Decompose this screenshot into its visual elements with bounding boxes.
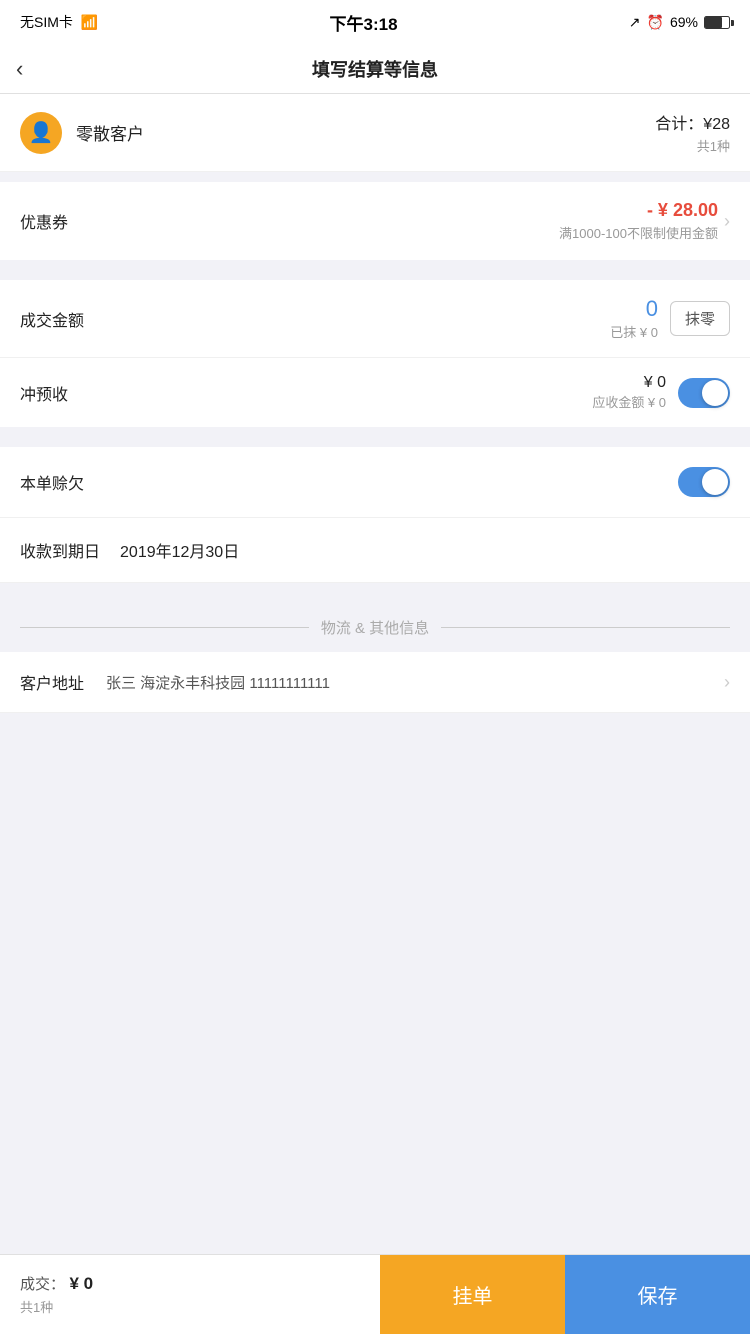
prepaid-value: ¥ 0 (592, 374, 666, 392)
prepaid-info: ¥ 0 应收金额 ¥ 0 (592, 374, 666, 411)
deal-amount-row: 成交金额 0 已抹 ¥ 0 抹零 (0, 280, 750, 358)
alarm-icon: ⏰ (647, 14, 664, 31)
address-label: 客户地址 (20, 670, 90, 694)
coupon-amount: - ¥ 28.00 (559, 200, 718, 221)
status-right: ↗ ⏰ 69% (629, 14, 730, 31)
due-date-label: 收款到期日 (20, 538, 100, 562)
logistics-divider: 物流 & 其他信息 (20, 617, 730, 638)
due-date-row: 收款到期日 2019年12月30日 (0, 518, 750, 583)
location-icon: ↗ (629, 14, 641, 31)
status-bar: 无SIM卡 📶 下午3:18 ↗ ⏰ 69% (0, 0, 750, 44)
bottom-bar: 成交： ¥ 0 共1种 挂单 保存 (0, 1254, 750, 1334)
customer-row: 👤 零散客户 合计：¥28 共1种 (0, 94, 750, 172)
bottom-deal-line: 成交： ¥ 0 (20, 1273, 360, 1294)
debt-toggle[interactable] (678, 467, 730, 497)
logistics-line-left (20, 627, 309, 628)
logistics-line-right (441, 627, 730, 628)
coupon-right: - ¥ 28.00 满1000-100不限制使用金额 › (559, 200, 730, 242)
address-row[interactable]: 客户地址 张三 海淀永丰科技园 11111111111 › (0, 652, 750, 713)
total-count: 共1种 (655, 136, 730, 155)
total-amount: 合计：¥28 (655, 110, 730, 134)
debt-toggle-knob (702, 469, 728, 495)
coupon-description: 满1000-100不限制使用金额 (559, 223, 718, 242)
back-button[interactable]: ‹ (16, 56, 23, 82)
bottom-count: 共1种 (20, 1297, 360, 1316)
status-time: 下午3:18 (330, 10, 398, 35)
coupon-section[interactable]: 优惠券 - ¥ 28.00 满1000-100不限制使用金额 › (0, 182, 750, 260)
logistics-section: 物流 & 其他信息 (0, 603, 750, 652)
page-title: 填写结算等信息 (312, 56, 438, 82)
due-date-value: 2019年12月30日 (120, 538, 239, 562)
section-divider-1 (0, 270, 750, 280)
section-divider-3 (0, 593, 750, 603)
content: 👤 零散客户 合计：¥28 共1种 优惠券 - ¥ 28.00 满1000-10… (0, 94, 750, 803)
deal-amount-label: 成交金额 (20, 307, 84, 331)
bottom-deal-amount: ¥ 0 (69, 1274, 93, 1293)
battery-fill (705, 17, 722, 28)
save-button[interactable]: 保存 (565, 1255, 750, 1334)
debt-row: 本单赊欠 (0, 447, 750, 518)
prepaid-row: 冲预收 ¥ 0 应收金额 ¥ 0 (0, 358, 750, 427)
coupon-label: 优惠券 (20, 209, 68, 233)
coupon-row[interactable]: 优惠券 - ¥ 28.00 满1000-100不限制使用金额 › (0, 182, 750, 260)
address-value: 张三 海淀永丰科技园 11111111111 (106, 672, 724, 693)
deal-amount-value[interactable]: 0 (646, 296, 658, 321)
debt-section: 本单赊欠 收款到期日 2019年12月30日 (0, 447, 750, 583)
wifi-icon: 📶 (81, 14, 98, 31)
carrier-label: 无SIM卡 (20, 12, 73, 32)
bottom-info: 成交： ¥ 0 共1种 (0, 1273, 380, 1316)
prepaid-sub: 应收金额 ¥ 0 (592, 392, 666, 411)
deal-amount-sub: 已抹 ¥ 0 (610, 322, 658, 341)
bottom-deal-label: 成交： (20, 1276, 65, 1293)
prepaid-toggle[interactable] (678, 378, 730, 408)
prepaid-label: 冲预收 (20, 381, 68, 405)
customer-total: 合计：¥28 共1种 (655, 110, 730, 155)
customer-name: 零散客户 (76, 120, 144, 145)
customer-section: 👤 零散客户 合计：¥28 共1种 (0, 94, 750, 172)
coupon-info: - ¥ 28.00 满1000-100不限制使用金额 (559, 200, 718, 242)
logistics-label: 物流 & 其他信息 (321, 617, 429, 638)
address-chevron-icon: › (724, 672, 730, 693)
address-section: 客户地址 张三 海淀永丰科技园 11111111111 › (0, 652, 750, 713)
deal-amount-info: 0 已抹 ¥ 0 (610, 296, 658, 341)
section-divider-2 (0, 437, 750, 447)
deal-amount-right: 0 已抹 ¥ 0 抹零 (610, 296, 730, 341)
hold-button[interactable]: 挂单 (380, 1255, 565, 1334)
deal-amount-section: 成交金额 0 已抹 ¥ 0 抹零 冲预收 ¥ 0 应收金额 ¥ 0 (0, 280, 750, 427)
prepaid-right: ¥ 0 应收金额 ¥ 0 (592, 374, 730, 411)
nav-bar: ‹ 填写结算等信息 (0, 44, 750, 94)
customer-left: 👤 零散客户 (20, 112, 144, 154)
chevron-right-icon: › (724, 211, 730, 232)
battery-icon (704, 16, 730, 29)
debt-label: 本单赊欠 (20, 470, 84, 494)
toggle-knob (702, 380, 728, 406)
avatar: 👤 (20, 112, 62, 154)
status-left: 无SIM卡 📶 (20, 12, 98, 32)
round-zero-button[interactable]: 抹零 (670, 301, 730, 336)
avatar-icon: 👤 (29, 120, 54, 145)
battery-percent: 69% (670, 14, 698, 30)
